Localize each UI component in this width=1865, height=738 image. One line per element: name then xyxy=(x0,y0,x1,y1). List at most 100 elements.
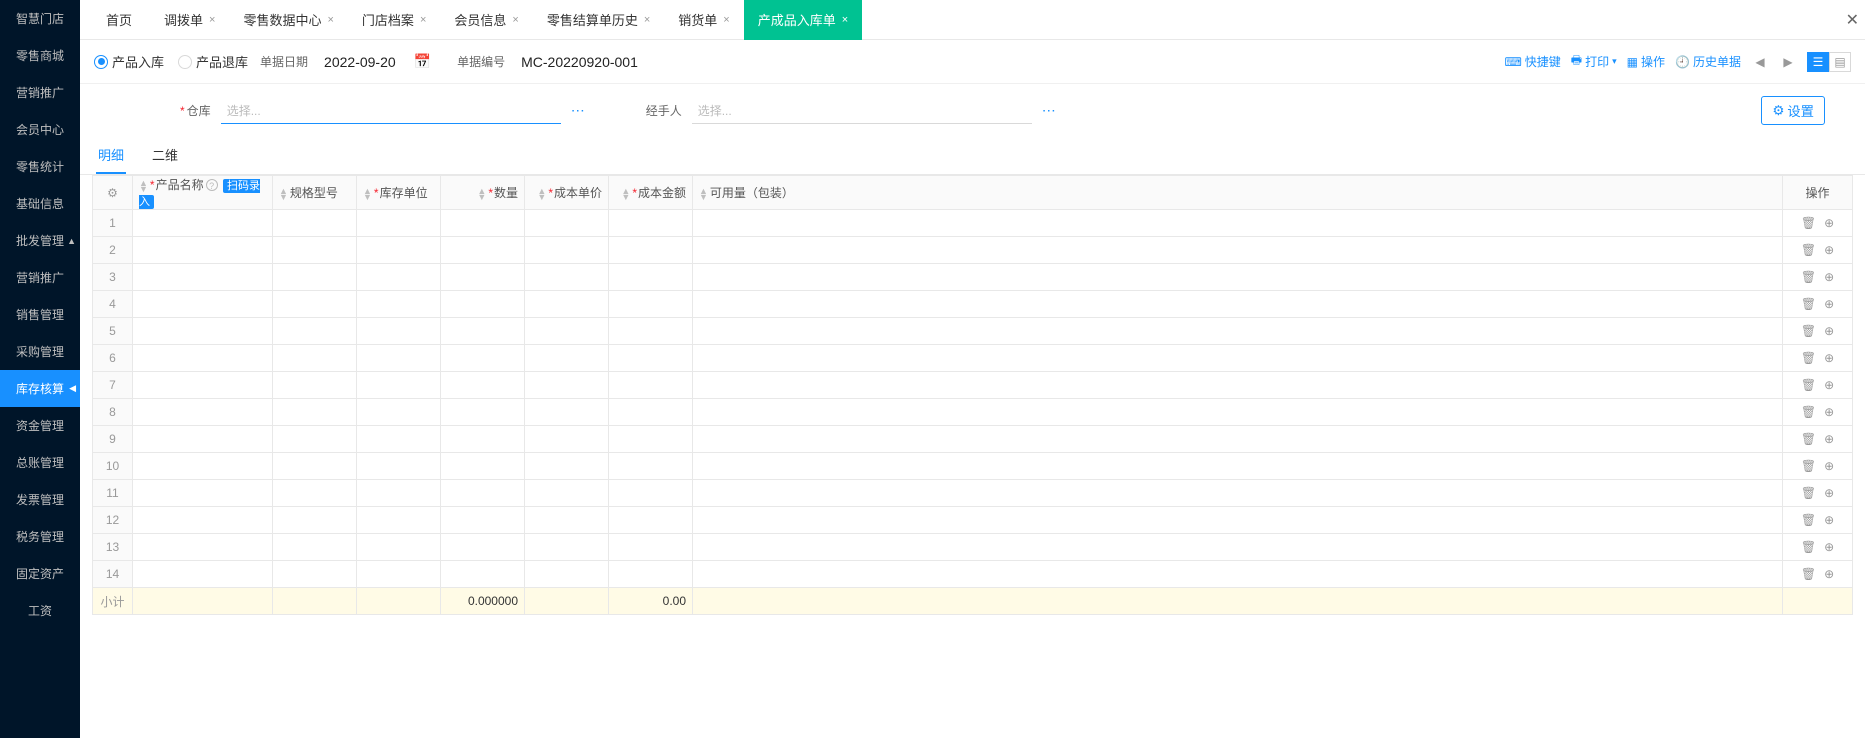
cell[interactable] xyxy=(357,264,441,291)
add-icon[interactable]: ⊕ xyxy=(1824,486,1834,500)
cell[interactable] xyxy=(609,318,693,345)
cell[interactable] xyxy=(525,345,609,372)
cell[interactable] xyxy=(609,507,693,534)
col-amount[interactable]: ▲▼*成本金额 xyxy=(609,176,693,210)
cell[interactable] xyxy=(133,453,273,480)
cell[interactable] xyxy=(273,561,357,588)
cell[interactable] xyxy=(693,561,1783,588)
cell[interactable] xyxy=(525,561,609,588)
tab-0[interactable]: 调拨单× xyxy=(150,0,229,40)
cell[interactable] xyxy=(693,507,1783,534)
cell[interactable] xyxy=(609,210,693,237)
table-row[interactable]: 7🗑⊕ xyxy=(93,372,1853,399)
col-spec[interactable]: ▲▼规格型号 xyxy=(273,176,357,210)
cell[interactable] xyxy=(693,426,1783,453)
add-icon[interactable]: ⊕ xyxy=(1824,432,1834,446)
cell[interactable] xyxy=(357,318,441,345)
col-unit[interactable]: ▲▼*库存单位 xyxy=(357,176,441,210)
cell[interactable] xyxy=(133,237,273,264)
subtab-detail[interactable]: 明细 xyxy=(96,137,126,174)
add-icon[interactable]: ⊕ xyxy=(1824,351,1834,365)
cell[interactable] xyxy=(609,291,693,318)
shortcut-link[interactable]: ⌨快捷键 xyxy=(1504,53,1560,70)
cell[interactable] xyxy=(357,507,441,534)
cell[interactable] xyxy=(357,399,441,426)
cell[interactable] xyxy=(609,534,693,561)
close-icon[interactable]: × xyxy=(512,14,518,26)
cell[interactable] xyxy=(273,480,357,507)
cell[interactable] xyxy=(133,318,273,345)
cell[interactable] xyxy=(525,534,609,561)
close-icon[interactable]: × xyxy=(420,14,426,26)
cell[interactable] xyxy=(441,210,525,237)
cell[interactable] xyxy=(609,399,693,426)
cell[interactable] xyxy=(693,372,1783,399)
col-qty[interactable]: ▲▼*数量 xyxy=(441,176,525,210)
table-row[interactable]: 4🗑⊕ xyxy=(93,291,1853,318)
cell[interactable] xyxy=(609,372,693,399)
add-icon[interactable]: ⊕ xyxy=(1824,216,1834,230)
cell[interactable] xyxy=(609,561,693,588)
add-icon[interactable]: ⊕ xyxy=(1824,297,1834,311)
cell[interactable] xyxy=(273,318,357,345)
tab-6[interactable]: 产成品入库单× xyxy=(744,0,862,40)
delete-icon[interactable]: 🗑 xyxy=(1801,270,1816,284)
add-icon[interactable]: ⊕ xyxy=(1824,405,1834,419)
cell[interactable] xyxy=(525,426,609,453)
cell[interactable] xyxy=(609,345,693,372)
cell[interactable] xyxy=(357,453,441,480)
cell[interactable] xyxy=(693,237,1783,264)
add-icon[interactable]: ⊕ xyxy=(1824,270,1834,284)
tab-5[interactable]: 销货单× xyxy=(664,0,743,40)
add-icon[interactable]: ⊕ xyxy=(1824,243,1834,257)
gear-header[interactable]: ⚙ xyxy=(93,176,133,210)
cell[interactable] xyxy=(441,318,525,345)
cell[interactable] xyxy=(133,372,273,399)
cell[interactable] xyxy=(609,264,693,291)
cell[interactable] xyxy=(441,399,525,426)
table-row[interactable]: 10🗑⊕ xyxy=(93,453,1853,480)
table-row[interactable]: 3🗑⊕ xyxy=(93,264,1853,291)
cell[interactable] xyxy=(273,264,357,291)
tab-4[interactable]: 零售结算单历史× xyxy=(533,0,664,40)
cell[interactable] xyxy=(357,210,441,237)
cell[interactable] xyxy=(357,372,441,399)
help-icon[interactable]: ? xyxy=(206,179,218,191)
delete-icon[interactable]: 🗑 xyxy=(1801,486,1816,500)
cell[interactable] xyxy=(441,426,525,453)
table-row[interactable]: 6🗑⊕ xyxy=(93,345,1853,372)
settings-button[interactable]: ⚙设置 xyxy=(1761,96,1825,125)
cell[interactable] xyxy=(133,210,273,237)
cell[interactable] xyxy=(441,237,525,264)
cell[interactable] xyxy=(525,399,609,426)
prev-doc-icon[interactable]: ◀ xyxy=(1751,53,1769,71)
tab-2[interactable]: 门店档案× xyxy=(348,0,440,40)
cell[interactable] xyxy=(693,318,1783,345)
delete-icon[interactable]: 🗑 xyxy=(1801,297,1816,311)
cell[interactable] xyxy=(693,210,1783,237)
col-avail[interactable]: ▲▼可用量（包装） xyxy=(693,176,1783,210)
delete-icon[interactable]: 🗑 xyxy=(1801,405,1816,419)
cell[interactable] xyxy=(441,372,525,399)
add-icon[interactable]: ⊕ xyxy=(1824,540,1834,554)
history-link[interactable]: 🕘历史单据 xyxy=(1675,53,1741,70)
cell[interactable] xyxy=(357,480,441,507)
delete-icon[interactable]: 🗑 xyxy=(1801,324,1816,338)
cell[interactable] xyxy=(525,480,609,507)
cell[interactable] xyxy=(273,372,357,399)
sidebar-item-1[interactable]: 零售商城 xyxy=(0,37,80,74)
table-row[interactable]: 11🗑⊕ xyxy=(93,480,1853,507)
ops-link[interactable]: ▦操作 xyxy=(1627,53,1665,70)
cell[interactable] xyxy=(441,453,525,480)
sidebar-item-16[interactable]: 工资 xyxy=(0,592,80,629)
handler-more-icon[interactable]: ⋯ xyxy=(1042,102,1057,119)
sidebar-item-3[interactable]: 会员中心 xyxy=(0,111,80,148)
view-list-button[interactable]: ☰ xyxy=(1807,52,1829,72)
cell[interactable] xyxy=(693,345,1783,372)
cell[interactable] xyxy=(133,480,273,507)
add-icon[interactable]: ⊕ xyxy=(1824,459,1834,473)
cell[interactable] xyxy=(133,264,273,291)
delete-icon[interactable]: 🗑 xyxy=(1801,351,1816,365)
cell[interactable] xyxy=(693,453,1783,480)
table-row[interactable]: 9🗑⊕ xyxy=(93,426,1853,453)
